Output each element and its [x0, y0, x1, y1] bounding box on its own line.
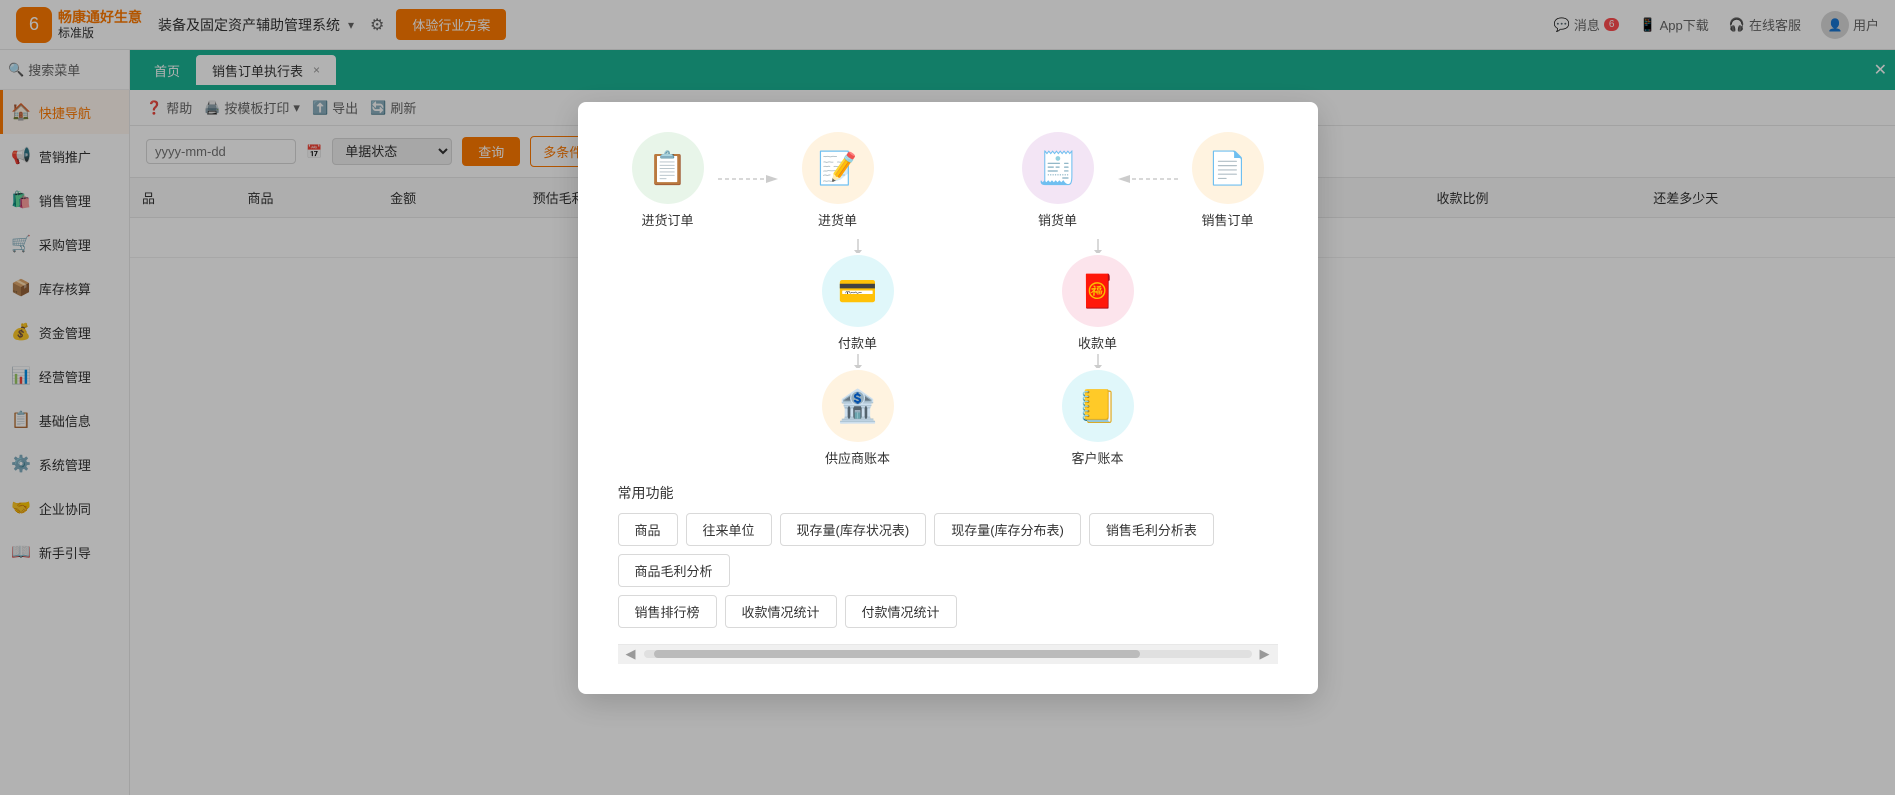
common-buttons-row1: 商品 往来单位 现存量(库存状况表) 现存量(库存分布表) 销售毛利分析表 商品… [618, 513, 1278, 587]
supplier-ledger-icon: 🏦 [838, 387, 878, 425]
common-btn-stock-dist[interactable]: 现存量(库存分布表) [934, 513, 1081, 546]
sales-order-icon: 📄 [1208, 149, 1248, 187]
purchase-bill-circle[interactable]: 📝 [802, 132, 874, 204]
payment-circle[interactable]: 💳 [822, 255, 894, 327]
sales-order-label: 销售订单 [1201, 210, 1253, 229]
common-functions-title: 常用功能 [618, 483, 1278, 503]
modal-scroll-bar[interactable]: ◀ ▶ [618, 644, 1278, 664]
flow-node-sales-order[interactable]: 📄 销售订单 [1178, 132, 1278, 229]
supplier-ledger-label: 供应商账本 [825, 448, 890, 467]
flow-node-customer-ledger[interactable]: 📒 客户账本 [1038, 370, 1158, 467]
flow-diagram: 📋 进货订单 📝 进货单 [618, 132, 1278, 467]
arrow-down-receipt [1088, 239, 1108, 253]
common-btn-stock-status[interactable]: 现存量(库存状况表) [780, 513, 927, 546]
arrow-purchase-order-to-bill [718, 169, 778, 229]
flow-node-supplier-ledger[interactable]: 🏦 供应商账本 [798, 370, 918, 467]
purchase-bill-label: 进货单 [818, 210, 857, 229]
scroll-right-icon[interactable]: ▶ [1260, 646, 1270, 662]
flow-node-payment[interactable]: 💳 付款单 [798, 255, 918, 352]
modal: 📋 进货订单 📝 进货单 [578, 102, 1318, 694]
flow-col-purchase-bill: 📝 进货单 [778, 132, 898, 229]
purchase-order-icon: 📋 [648, 149, 688, 187]
common-btn-partner[interactable]: 往来单位 [686, 513, 772, 546]
common-functions-section: 常用功能 商品 往来单位 现存量(库存状况表) 现存量(库存分布表) 销售毛利分… [618, 483, 1278, 628]
flow-node-receipt[interactable]: 🧧 收款单 [1038, 255, 1158, 352]
arrow-down-payment2 [848, 354, 868, 368]
sales-bill-label: 销货单 [1038, 210, 1077, 229]
flow-node-purchase-bill[interactable]: 📝 进货单 [778, 132, 898, 229]
common-btn-payment-stats[interactable]: 付款情况统计 [845, 595, 957, 628]
flow-col-receipt: 🧧 收款单 📒 客户账本 [1038, 237, 1158, 467]
arrow-down-payment [848, 239, 868, 253]
arrow-down-receipt2 [1088, 354, 1108, 368]
flow-col-sales-bill: 🧾 销货单 [998, 132, 1118, 229]
receipt-icon: 🧧 [1078, 272, 1118, 310]
purchase-order-label: 进货订单 [641, 210, 693, 229]
customer-ledger-icon: 📒 [1078, 387, 1118, 425]
supplier-ledger-circle[interactable]: 🏦 [822, 370, 894, 442]
flow-node-purchase-order[interactable]: 📋 进货订单 [618, 132, 718, 229]
sales-order-circle[interactable]: 📄 [1192, 132, 1264, 204]
common-btn-goods[interactable]: 商品 [618, 513, 678, 546]
purchase-order-circle[interactable]: 📋 [632, 132, 704, 204]
customer-ledger-label: 客户账本 [1071, 448, 1123, 467]
scroll-thumb [654, 650, 1140, 658]
arrow-sales-order-to-bill [1118, 169, 1178, 229]
customer-ledger-circle[interactable]: 📒 [1062, 370, 1134, 442]
payment-label: 付款单 [838, 333, 877, 352]
common-btn-sales-rank[interactable]: 销售排行榜 [618, 595, 717, 628]
common-buttons-row2: 销售排行榜 收款情况统计 付款情况统计 [618, 595, 1278, 628]
sales-bill-circle[interactable]: 🧾 [1022, 132, 1094, 204]
scroll-track[interactable] [644, 650, 1252, 658]
flow-node-sales-bill[interactable]: 🧾 销货单 [998, 132, 1118, 229]
purchase-bill-icon: 📝 [818, 149, 858, 187]
common-btn-sales-gross[interactable]: 销售毛利分析表 [1089, 513, 1214, 546]
flow-col-payment: 💳 付款单 🏦 供应商账本 [798, 237, 918, 467]
payment-icon: 💳 [838, 272, 878, 310]
receipt-circle[interactable]: 🧧 [1062, 255, 1134, 327]
sales-bill-icon: 🧾 [1038, 149, 1078, 187]
common-btn-goods-gross[interactable]: 商品毛利分析 [618, 554, 730, 587]
common-btn-receipt-stats[interactable]: 收款情况统计 [725, 595, 837, 628]
receipt-label: 收款单 [1078, 333, 1117, 352]
scroll-left-icon[interactable]: ◀ [626, 646, 636, 662]
modal-overlay[interactable]: 📋 进货订单 📝 进货单 [0, 0, 1895, 795]
